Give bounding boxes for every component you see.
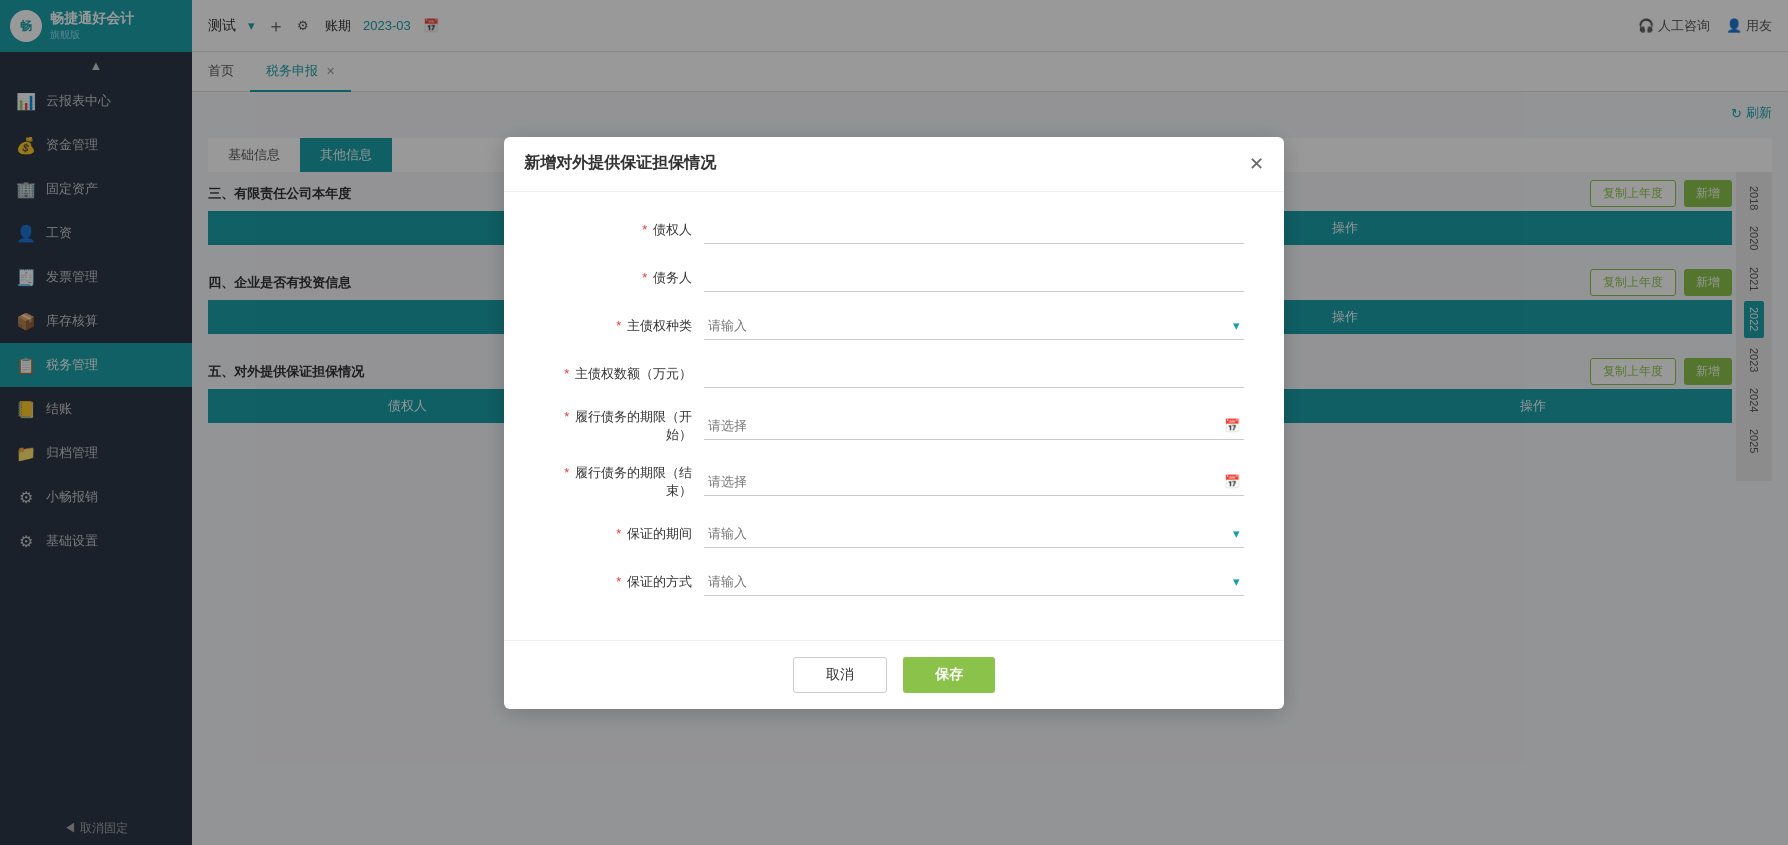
form-label-zhaiwuren: * 债务人	[544, 269, 704, 287]
form-label-zhaiquanren: * 债权人	[544, 221, 704, 239]
save-button[interactable]: 保存	[903, 657, 995, 693]
input-lvxing-start[interactable]	[704, 412, 1224, 439]
form-label-lvxing-start: * 履行债务的期限（开始）	[544, 408, 704, 444]
form-row-zhaiwuren: * 债务人	[544, 264, 1244, 292]
dialog-body: * 债权人 * 债务人 * 主债权种类	[504, 192, 1284, 640]
form-label-zhudaiquanshoue: * 主债权数额（万元）	[544, 365, 704, 383]
dialog-header: 新增对外提供保证担保情况 ✕	[504, 137, 1284, 192]
form-row-zhudaiquanzhonglei: * 主债权种类 ▾	[544, 312, 1244, 340]
input-baozheng-period[interactable]	[704, 520, 1233, 547]
dropdown-arrow-baozheng-fangshi[interactable]: ▾	[1233, 574, 1240, 589]
input-zhudaiquanzhonglei[interactable]	[704, 312, 1233, 339]
dialog-footer: 取消 保存	[504, 640, 1284, 709]
form-row-lvxing-start: * 履行债务的期限（开始） 📅	[544, 408, 1244, 444]
input-zhudaiquanshoue[interactable]	[704, 360, 1244, 388]
dropdown-arrow-zhudaiquanzhonglei[interactable]: ▾	[1233, 318, 1240, 333]
dialog-close-button[interactable]: ✕	[1249, 153, 1264, 175]
input-zhaiwuren[interactable]	[704, 264, 1244, 292]
calendar-icon-lvxing-end[interactable]: 📅	[1224, 474, 1240, 489]
form-row-zhaiquanren: * 债权人	[544, 216, 1244, 244]
select-wrap-zhudaiquanzhonglei: ▾	[704, 312, 1244, 340]
date-wrap-lvxing-start: 📅	[704, 412, 1244, 440]
form-row-baozheng-period: * 保证的期间 ▾	[544, 520, 1244, 548]
cancel-button[interactable]: 取消	[793, 657, 887, 693]
date-wrap-lvxing-end: 📅	[704, 468, 1244, 496]
dialog: 新增对外提供保证担保情况 ✕ * 债权人 * 债务人	[504, 137, 1284, 709]
select-wrap-baozheng-fangshi: ▾	[704, 568, 1244, 596]
form-row-zhudaiquanshoue: * 主债权数额（万元）	[544, 360, 1244, 388]
form-row-lvxing-end: * 履行债务的期限（结束） 📅	[544, 464, 1244, 500]
input-lvxing-end[interactable]	[704, 468, 1224, 495]
dropdown-arrow-baozheng-period[interactable]: ▾	[1233, 526, 1240, 541]
dialog-title: 新增对外提供保证担保情况	[524, 153, 716, 174]
form-label-baozheng-period: * 保证的期间	[544, 525, 704, 543]
form-label-zhudaiquanzhonglei: * 主债权种类	[544, 317, 704, 335]
form-label-lvxing-end: * 履行债务的期限（结束）	[544, 464, 704, 500]
input-baozheng-fangshi[interactable]	[704, 568, 1233, 595]
calendar-icon-lvxing-start[interactable]: 📅	[1224, 418, 1240, 433]
dialog-overlay: 新增对外提供保证担保情况 ✕ * 债权人 * 债务人	[0, 0, 1788, 845]
form-row-baozheng-fangshi: * 保证的方式 ▾	[544, 568, 1244, 596]
select-wrap-baozheng-period: ▾	[704, 520, 1244, 548]
form-label-baozheng-fangshi: * 保证的方式	[544, 573, 704, 591]
input-zhaiquanren[interactable]	[704, 216, 1244, 244]
